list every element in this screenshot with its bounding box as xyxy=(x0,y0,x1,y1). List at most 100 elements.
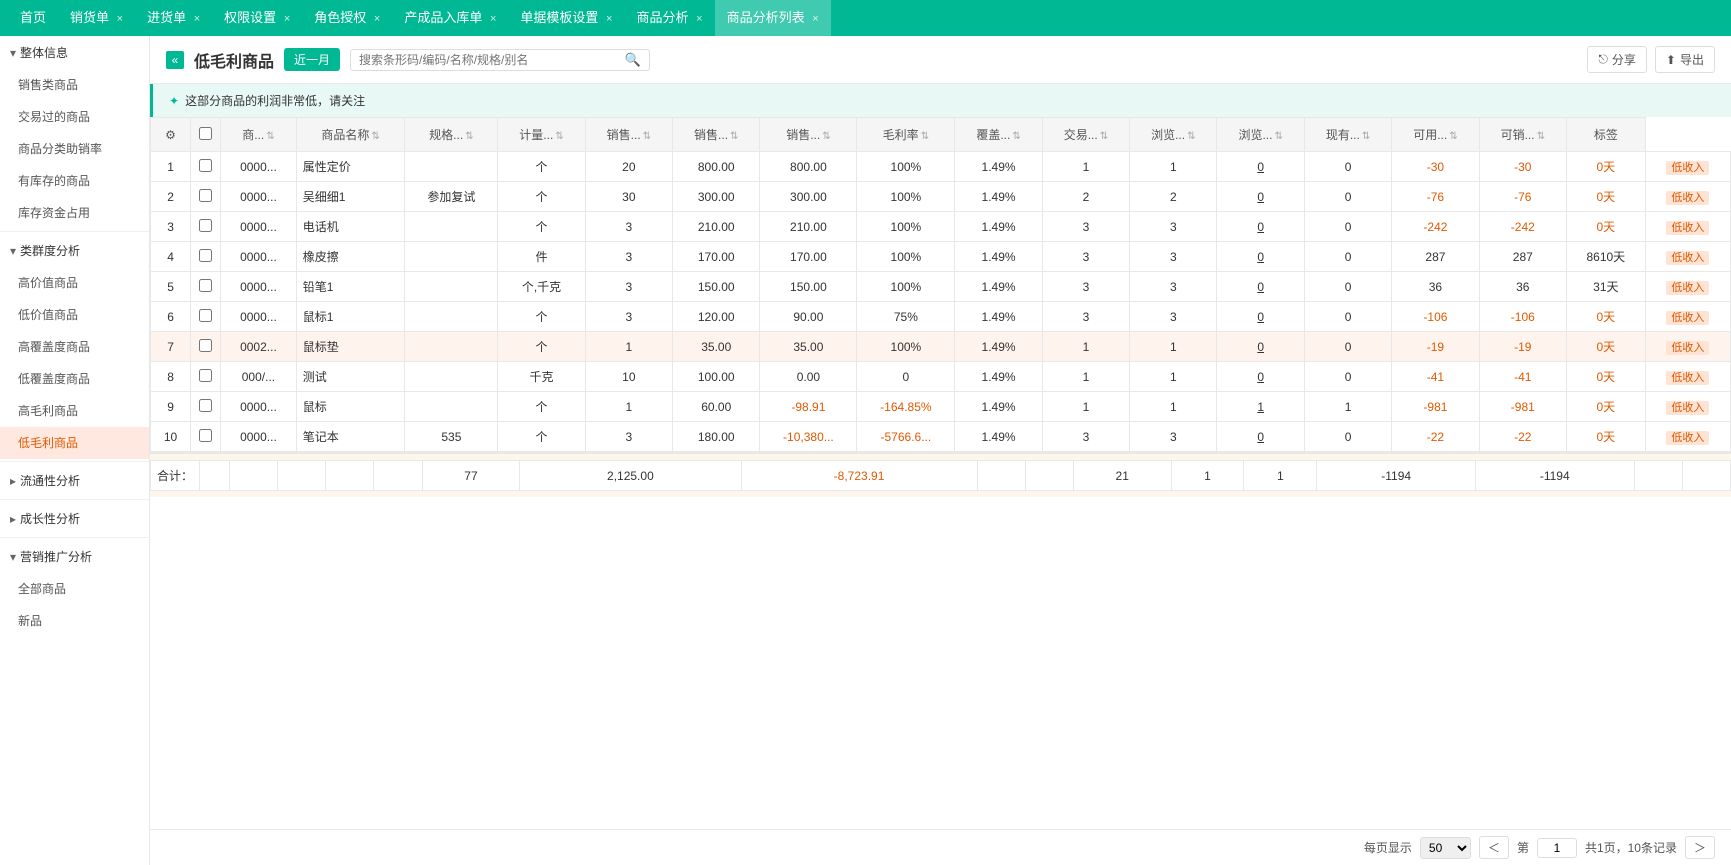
row-checkbox[interactable] xyxy=(191,422,221,452)
table-row: 90000...鼠标个160.00-98.91-164.85%1.49%1111… xyxy=(151,392,1731,422)
share-button[interactable]: ⎋ 分享 xyxy=(1587,46,1647,73)
next-page-button[interactable]: ＞ xyxy=(1685,836,1715,859)
sidebar-group-flow[interactable]: ▸ 流通性分析 xyxy=(0,464,149,497)
nav-sales-order[interactable]: 销货单 × xyxy=(58,0,135,36)
th-sales-amt[interactable]: 销售...⇅ xyxy=(760,118,857,152)
th-browse1[interactable]: 浏览...⇅ xyxy=(1130,118,1217,152)
select-all-checkbox[interactable] xyxy=(199,127,212,140)
close-product-analysis-icon[interactable]: × xyxy=(696,13,702,25)
row-checkbox[interactable] xyxy=(191,392,221,422)
nav-product-entry[interactable]: 产成品入库单 × xyxy=(392,0,508,36)
row-checkbox-input[interactable] xyxy=(199,399,212,412)
per-page-select[interactable]: 50 100 xyxy=(1420,837,1471,859)
row-transaction[interactable]: 3 xyxy=(1130,272,1217,302)
sidebar-item-new-goods[interactable]: 新品 xyxy=(0,605,149,637)
close-sales-order-icon[interactable]: × xyxy=(117,13,123,25)
sidebar-item-in-stock-goods[interactable]: 有库存的商品 xyxy=(0,165,149,197)
sidebar-item-low-value[interactable]: 低价值商品 xyxy=(0,299,149,331)
row-price: 170.00 xyxy=(673,242,760,272)
close-product-entry-icon[interactable]: × xyxy=(490,13,496,25)
row-checkbox-input[interactable] xyxy=(199,249,212,262)
sidebar-item-high-coverage[interactable]: 高覆盖度商品 xyxy=(0,331,149,363)
th-available[interactable]: 可用...⇅ xyxy=(1392,118,1479,152)
sidebar-item-all-goods[interactable]: 全部商品 xyxy=(0,573,149,605)
row-transaction[interactable]: 1 xyxy=(1130,392,1217,422)
nav-purchase-order[interactable]: 进货单 × xyxy=(135,0,212,36)
sidebar-group-overview[interactable]: ▾ 整体信息 xyxy=(0,36,149,69)
sidebar-item-low-coverage[interactable]: 低覆盖度商品 xyxy=(0,363,149,395)
row-transaction[interactable]: 1 xyxy=(1130,332,1217,362)
th-transaction[interactable]: 交易...⇅ xyxy=(1042,118,1129,152)
sidebar-item-high-value[interactable]: 高价值商品 xyxy=(0,267,149,299)
row-checkbox-input[interactable] xyxy=(199,339,212,352)
row-checkbox-input[interactable] xyxy=(199,219,212,232)
close-template-icon[interactable]: × xyxy=(606,13,612,25)
nav-template-settings[interactable]: 单据模板设置 × xyxy=(508,0,624,36)
row-checkbox-input[interactable] xyxy=(199,159,212,172)
row-checkbox-input[interactable] xyxy=(199,369,212,382)
row-checkbox[interactable] xyxy=(191,272,221,302)
row-checkbox-input[interactable] xyxy=(199,309,212,322)
date-filter-button[interactable]: 近一月 xyxy=(284,48,340,71)
footer-sales-amt: -8,723.91 xyxy=(741,461,977,491)
th-code[interactable]: 商...⇅ xyxy=(221,118,297,152)
th-spec[interactable]: 规格...⇅ xyxy=(405,118,498,152)
th-qty[interactable]: 销售...⇅ xyxy=(585,118,672,152)
row-checkbox[interactable] xyxy=(191,332,221,362)
row-transaction[interactable]: 3 xyxy=(1130,302,1217,332)
row-checkbox-input[interactable] xyxy=(199,279,212,292)
row-transaction[interactable]: 3 xyxy=(1130,242,1217,272)
row-checkbox[interactable] xyxy=(191,242,221,272)
close-permission-icon[interactable]: × xyxy=(284,13,290,25)
row-checkbox-input[interactable] xyxy=(199,189,212,202)
th-saleable[interactable]: 可销...⇅ xyxy=(1479,118,1566,152)
row-current: -22 xyxy=(1392,422,1479,452)
sidebar-item-high-margin[interactable]: 高毛利商品 xyxy=(0,395,149,427)
sidebar-item-goods-category-rate[interactable]: 商品分类助销率 xyxy=(0,133,149,165)
th-checkbox[interactable] xyxy=(191,118,221,152)
th-settings[interactable]: ⚙ xyxy=(151,118,191,152)
th-unit[interactable]: 计量...⇅ xyxy=(498,118,585,152)
sidebar-group-cluster[interactable]: ▾ 类群度分析 xyxy=(0,234,149,267)
row-transaction[interactable]: 3 xyxy=(1130,212,1217,242)
nav-product-analysis[interactable]: 商品分析 × xyxy=(624,0,714,36)
row-checkbox[interactable] xyxy=(191,212,221,242)
sidebar-item-traded-goods[interactable]: 交易过的商品 xyxy=(0,101,149,133)
close-role-auth-icon[interactable]: × xyxy=(374,13,380,25)
row-transaction[interactable]: 2 xyxy=(1130,182,1217,212)
row-checkbox[interactable] xyxy=(191,302,221,332)
th-price[interactable]: 销售...⇅ xyxy=(673,118,760,152)
search-input[interactable] xyxy=(359,53,625,67)
sidebar-group-marketing[interactable]: ▾ 营销推广分析 xyxy=(0,540,149,573)
sidebar-collapse-button[interactable]: « xyxy=(166,51,184,69)
table-row: 8000/...测试千克10100.000.0001.49%1100-41-41… xyxy=(151,362,1731,392)
row-transaction[interactable]: 1 xyxy=(1130,152,1217,182)
table-wrapper: ⚙ 商...⇅ 商品名称⇅ 规格...⇅ 计量...⇅ 销售...⇅ 销售...… xyxy=(150,117,1731,829)
th-coverage[interactable]: 覆盖...⇅ xyxy=(955,118,1042,152)
export-button[interactable]: ⬆ 导出 xyxy=(1655,46,1715,73)
th-current[interactable]: 现有...⇅ xyxy=(1304,118,1391,152)
close-purchase-order-icon[interactable]: × xyxy=(194,13,200,25)
current-page-input[interactable] xyxy=(1537,838,1577,858)
row-coverage: 2 xyxy=(1042,182,1129,212)
row-checkbox[interactable] xyxy=(191,152,221,182)
nav-home[interactable]: 首页 xyxy=(8,0,58,36)
th-name[interactable]: 商品名称⇅ xyxy=(296,118,405,152)
th-gross-rate[interactable]: 毛利率⇅ xyxy=(857,118,955,152)
row-checkbox[interactable] xyxy=(191,362,221,392)
sidebar-group-growth[interactable]: ▸ 成长性分析 xyxy=(0,502,149,535)
close-product-analysis-list-icon[interactable]: × xyxy=(812,13,818,25)
row-sales-amt: 170.00 xyxy=(760,242,857,272)
nav-permission-settings[interactable]: 权限设置 × xyxy=(212,0,302,36)
sidebar-item-sales-goods[interactable]: 销售类商品 xyxy=(0,69,149,101)
nav-product-analysis-list[interactable]: 商品分析列表 × xyxy=(715,0,831,36)
row-checkbox[interactable] xyxy=(191,182,221,212)
th-browse2[interactable]: 浏览...⇅ xyxy=(1217,118,1304,152)
prev-page-button[interactable]: ＜ xyxy=(1479,836,1509,859)
row-checkbox-input[interactable] xyxy=(199,429,212,442)
sidebar-item-low-margin[interactable]: 低毛利商品 xyxy=(0,427,149,459)
row-transaction[interactable]: 1 xyxy=(1130,362,1217,392)
nav-role-auth[interactable]: 角色授权 × xyxy=(302,0,392,36)
sidebar-item-inventory-funds[interactable]: 库存资金占用 xyxy=(0,197,149,229)
row-transaction[interactable]: 3 xyxy=(1130,422,1217,452)
